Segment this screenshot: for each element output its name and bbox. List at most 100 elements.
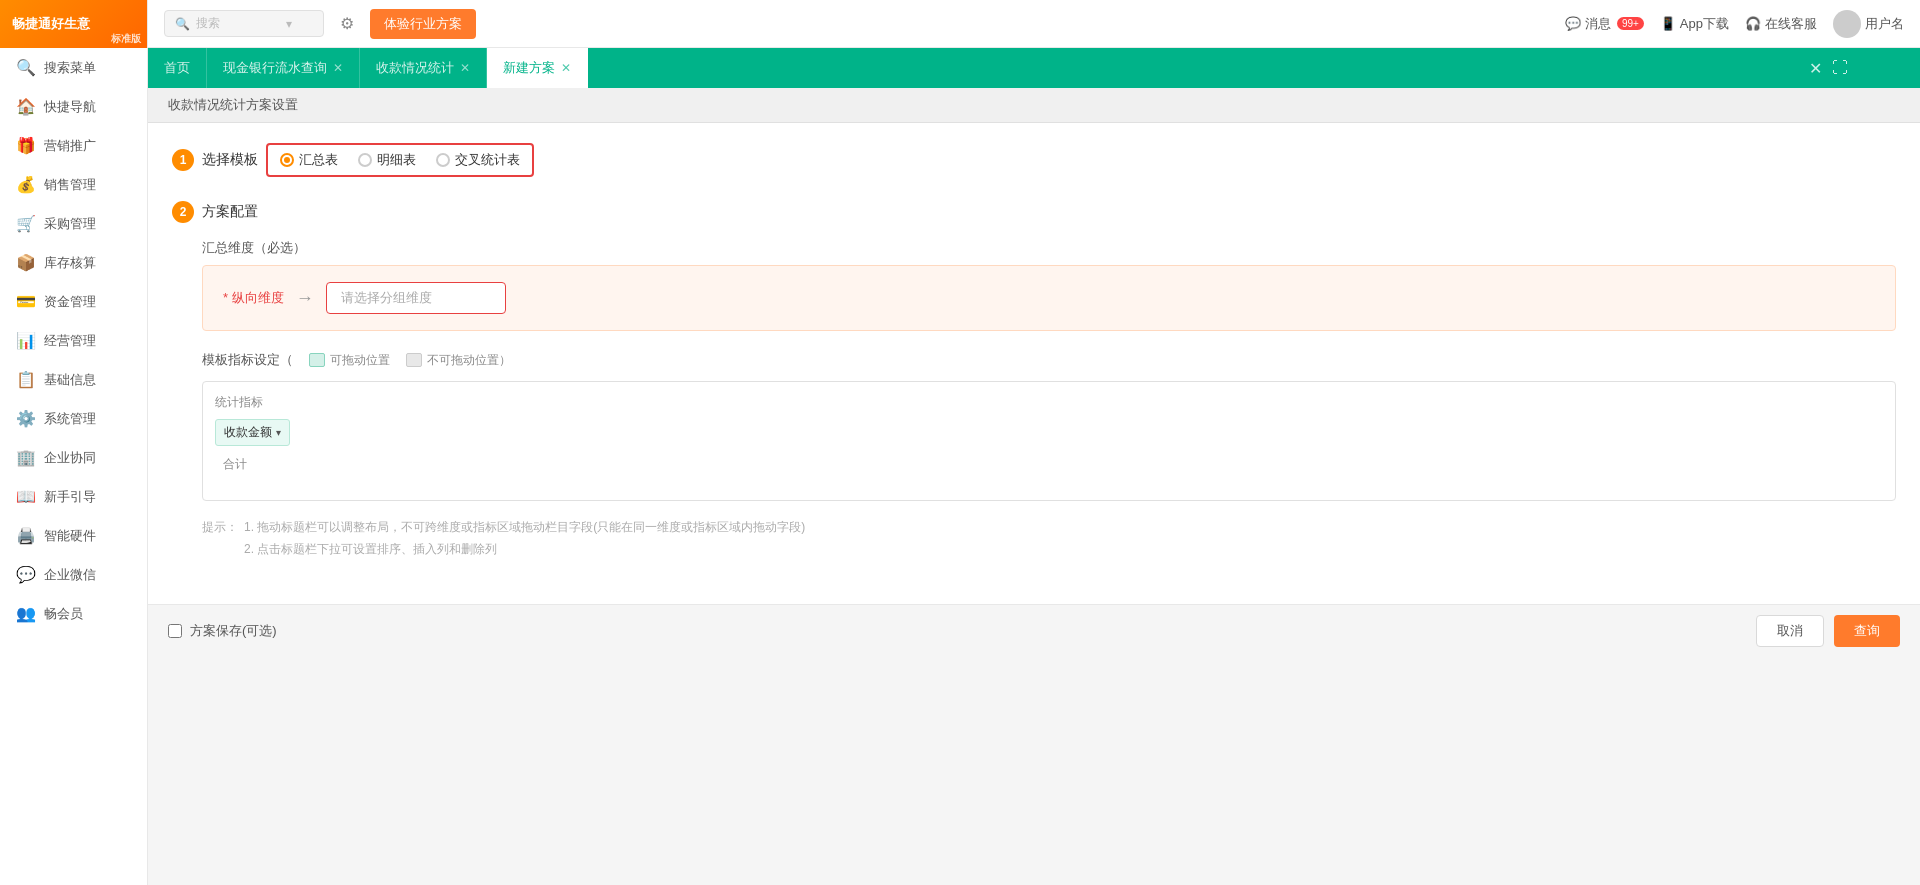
step1-header: 1 选择模板 汇总表 明细表 交叉统计表 — [172, 143, 1896, 177]
step1-num: 1 — [172, 149, 194, 171]
sidebar-item-guide[interactable]: 📖 新手引导 — [0, 477, 147, 516]
movable-legend-box — [309, 353, 325, 367]
tab-collection-stats[interactable]: 收款情况统计 ✕ — [360, 48, 487, 88]
cart-icon: 🛒 — [16, 214, 36, 233]
radio-cross[interactable]: 交叉统计表 — [436, 151, 520, 169]
sidebar-item-system[interactable]: ⚙️ 系统管理 — [0, 399, 147, 438]
sidebar-item-search-menu[interactable]: 🔍 搜索菜单 — [0, 48, 147, 87]
tab-new-plan-close[interactable]: ✕ — [561, 61, 571, 75]
save-checkbox[interactable] — [168, 624, 182, 638]
industry-btn[interactable]: 体验行业方案 — [370, 9, 476, 39]
header: 🔍 搜索 ▾ ⚙ 体验行业方案 💬 消息 99+ 📱 App下载 🎧 在线客服 … — [148, 0, 1920, 48]
radio-summary[interactable]: 汇总表 — [280, 151, 338, 169]
dimension-select[interactable]: 请选择分组维度 — [326, 282, 506, 314]
service-btn[interactable]: 🎧 在线客服 — [1745, 15, 1817, 33]
tab-collection-stats-label: 收款情况统计 — [376, 59, 454, 77]
indicator-tag-label: 收款金额 — [224, 424, 272, 441]
service-label: 在线客服 — [1765, 15, 1817, 33]
tab-collection-stats-close[interactable]: ✕ — [460, 61, 470, 75]
sidebar-item-inventory[interactable]: 📦 库存核算 — [0, 243, 147, 282]
app-label: App下载 — [1680, 15, 1729, 33]
page-breadcrumb: 收款情况统计方案设置 — [148, 88, 1920, 123]
sidebar: 畅捷通好生意 标准版 🔍 搜索菜单 🏠 快捷导航 🎁 营销推广 💰 销售管理 🛒… — [0, 0, 148, 885]
template-options: 汇总表 明细表 交叉统计表 — [266, 143, 534, 177]
cancel-button[interactable]: 取消 — [1756, 615, 1824, 647]
service-icon: 🎧 — [1745, 16, 1761, 31]
sidebar-item-basic-info[interactable]: 📋 基础信息 — [0, 360, 147, 399]
legend-movable: 可拖动位置 — [309, 352, 390, 369]
radio-label-cross: 交叉统计表 — [455, 151, 520, 169]
sidebar-label-enterprise: 企业协同 — [44, 449, 96, 467]
sidebar-item-member[interactable]: 👥 畅会员 — [0, 594, 147, 633]
dimension-section-title: 汇总维度（必选） — [202, 239, 1896, 257]
search-bar[interactable]: 🔍 搜索 ▾ — [164, 10, 324, 37]
avatar — [1833, 10, 1861, 38]
unmovable-legend-box — [406, 353, 422, 367]
sidebar-item-wechat[interactable]: 💬 企业微信 — [0, 555, 147, 594]
tip-text-1: 1. 拖动标题栏可以调整布局，不可跨维度或指标区域拖动栏目字段(只能在同一维度或… — [244, 517, 805, 539]
sidebar-item-marketing[interactable]: 🎁 营销推广 — [0, 126, 147, 165]
sidebar-item-purchase[interactable]: 🛒 采购管理 — [0, 204, 147, 243]
sidebar-item-enterprise[interactable]: 🏢 企业协同 — [0, 438, 147, 477]
header-right: 💬 消息 99+ 📱 App下载 🎧 在线客服 用户名 — [1565, 10, 1904, 38]
box-icon: 📦 — [16, 253, 36, 272]
tab-home[interactable]: 首页 — [148, 48, 207, 88]
gift-icon: 🎁 — [16, 136, 36, 155]
sidebar-label-inventory: 库存核算 — [44, 254, 96, 272]
tab-new-plan[interactable]: 新建方案 ✕ — [487, 48, 588, 88]
close-window-btn[interactable]: ✕ — [1809, 59, 1822, 78]
content-area: 收款情况统计方案设置 1 选择模板 汇总表 明细表 — [148, 88, 1920, 885]
sidebar-item-smart-hw[interactable]: 🖨️ 智能硬件 — [0, 516, 147, 555]
money-icon: 💰 — [16, 175, 36, 194]
sidebar-item-finance[interactable]: 💳 资金管理 — [0, 282, 147, 321]
vertical-dim-label: 纵向维度 — [223, 289, 284, 307]
tip-icon-1: 提示： — [202, 517, 238, 539]
sidebar-label-basic-info: 基础信息 — [44, 371, 96, 389]
tab-bank-flow[interactable]: 现金银行流水查询 ✕ — [207, 48, 360, 88]
message-btn[interactable]: 💬 消息 99+ — [1565, 15, 1644, 33]
sidebar-item-operations[interactable]: 📊 经营管理 — [0, 321, 147, 360]
app-icon: 📱 — [1660, 16, 1676, 31]
indicator-tag-payment[interactable]: 收款金额 ▾ — [215, 419, 290, 446]
radio-dot-detail — [358, 153, 372, 167]
sidebar-label-sales: 销售管理 — [44, 176, 96, 194]
step2-num: 2 — [172, 201, 194, 223]
footer-bar: 方案保存(可选) 取消 查询 — [148, 604, 1920, 657]
user-name: 用户名 — [1865, 15, 1904, 33]
query-button[interactable]: 查询 — [1834, 615, 1900, 647]
step2-header: 2 方案配置 — [172, 201, 1896, 223]
sidebar-label-purchase: 采购管理 — [44, 215, 96, 233]
sidebar-label-member: 畅会员 — [44, 605, 83, 623]
user-info[interactable]: 用户名 — [1833, 10, 1904, 38]
radio-label-summary: 汇总表 — [299, 151, 338, 169]
message-badge: 99+ — [1617, 17, 1644, 30]
message-label: 消息 — [1585, 15, 1611, 33]
brand-tag: 标准版 — [111, 32, 141, 46]
maximize-btn[interactable]: ⛶ — [1832, 59, 1848, 77]
card-icon: 💳 — [16, 292, 36, 311]
tip-text-2: 2. 点击标题栏下拉可设置排序、插入列和删除列 — [244, 539, 497, 561]
sidebar-label-guide: 新手引导 — [44, 488, 96, 506]
sidebar-item-sales[interactable]: 💰 销售管理 — [0, 165, 147, 204]
sidebar-label-smart-hw: 智能硬件 — [44, 527, 96, 545]
home-icon: 🏠 — [16, 97, 36, 116]
sidebar-label-operations: 经营管理 — [44, 332, 96, 350]
sum-label: 合计 — [215, 452, 1883, 477]
radio-detail[interactable]: 明细表 — [358, 151, 416, 169]
book-icon: 📖 — [16, 487, 36, 506]
tab-new-plan-label: 新建方案 — [503, 59, 555, 77]
sidebar-item-quick-nav[interactable]: 🏠 快捷导航 — [0, 87, 147, 126]
tab-bank-flow-close[interactable]: ✕ — [333, 61, 343, 75]
radio-label-detail: 明细表 — [377, 151, 416, 169]
app-download-btn[interactable]: 📱 App下载 — [1660, 15, 1729, 33]
search-dropdown-icon: ▾ — [286, 17, 292, 31]
step2-section: 2 方案配置 汇总维度（必选） 纵向维度 → 请选择分组维度 — [172, 201, 1896, 560]
step1-title: 选择模板 — [202, 151, 258, 169]
search-icon: 🔍 — [175, 17, 190, 31]
step2-title: 方案配置 — [202, 203, 258, 221]
tab-home-label: 首页 — [164, 59, 190, 77]
settings-icon[interactable]: ⚙ — [340, 14, 354, 33]
message-icon: 💬 — [1565, 16, 1581, 31]
tip-row-1: 提示： 1. 拖动标题栏可以调整布局，不可跨维度或指标区域拖动栏目字段(只能在同… — [202, 517, 1896, 539]
chat-icon: 💬 — [16, 565, 36, 584]
